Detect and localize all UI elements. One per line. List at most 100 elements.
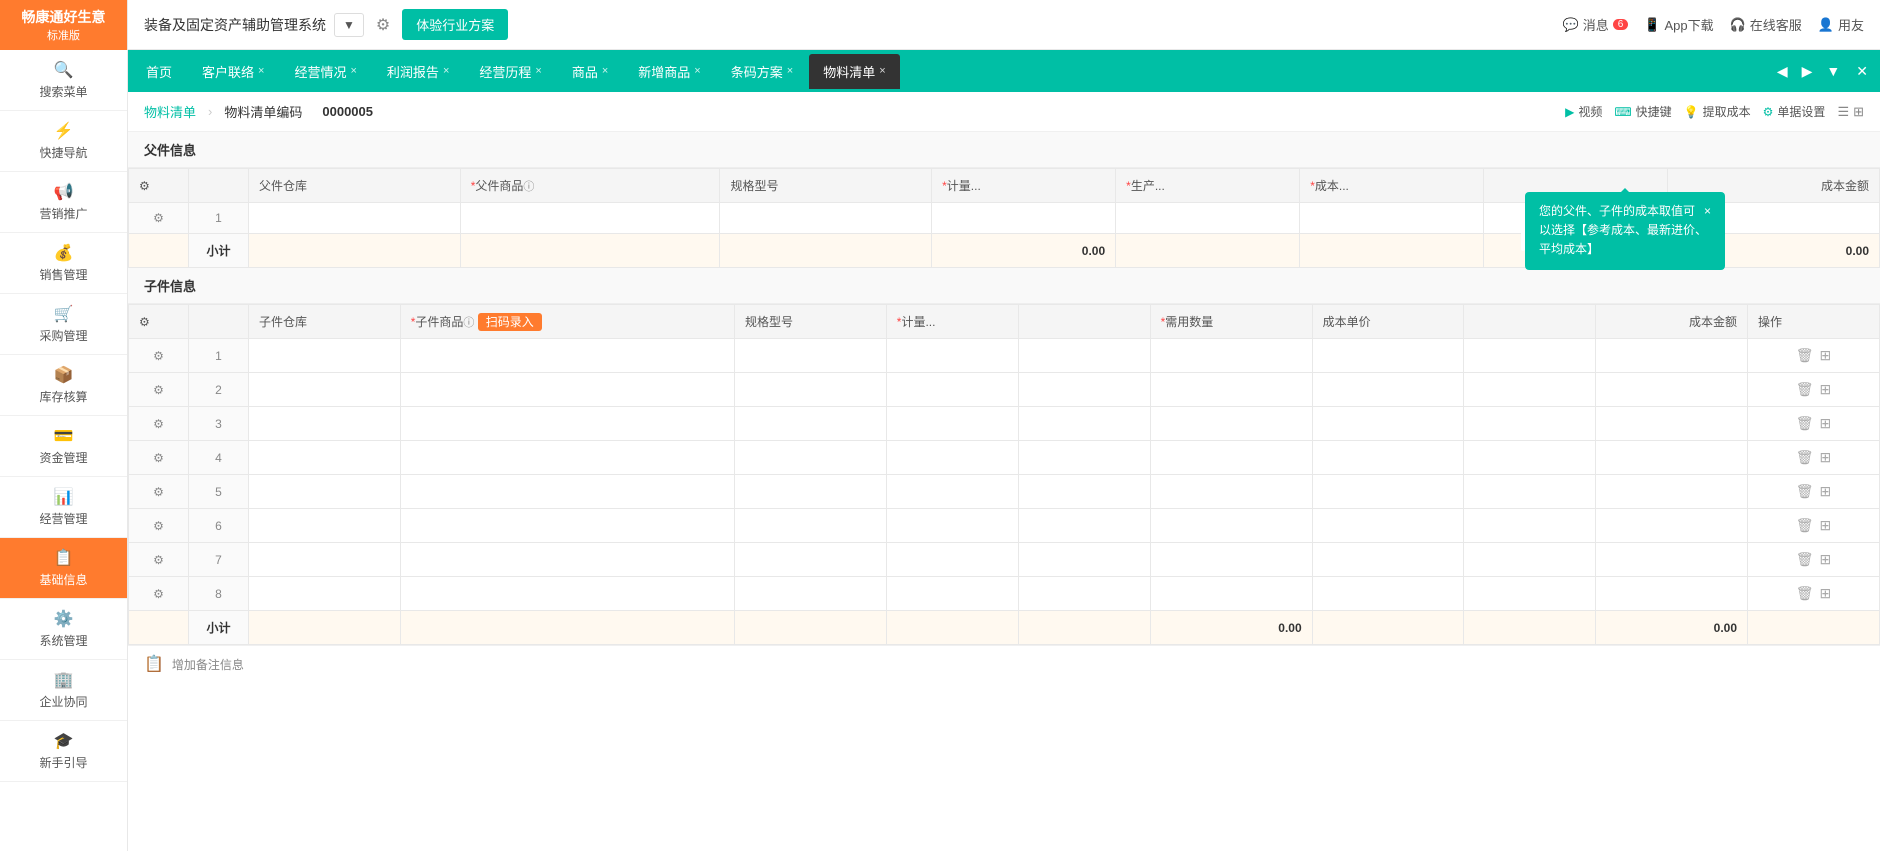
- child-row-unit[interactable]: [886, 407, 1018, 441]
- child-row-unit[interactable]: [886, 509, 1018, 543]
- sidebar-item-basic[interactable]: 📋 基础信息: [0, 538, 127, 599]
- nav-prev-arrow[interactable]: ◀: [1771, 61, 1794, 82]
- copy-icon[interactable]: ⊞: [1820, 415, 1832, 432]
- child-row-quantity[interactable]: [1150, 441, 1312, 475]
- sidebar-item-marketing[interactable]: 📢 营销推广: [0, 172, 127, 233]
- child-row-spec[interactable]: [735, 577, 887, 611]
- child-row-spec[interactable]: [735, 373, 887, 407]
- child-row-warehouse[interactable]: [249, 577, 401, 611]
- sidebar-item-purchase[interactable]: 🛒 采购管理: [0, 294, 127, 355]
- copy-icon[interactable]: ⊞: [1820, 551, 1832, 568]
- child-row-warehouse[interactable]: [249, 441, 401, 475]
- tab-profit[interactable]: 利润报告 ×: [373, 54, 463, 89]
- tab-new-goods[interactable]: 新增商品 ×: [624, 54, 714, 89]
- child-row-quantity[interactable]: [1150, 577, 1312, 611]
- online-service-item[interactable]: 🎧 在线客服: [1730, 15, 1802, 34]
- tab-barcode-close[interactable]: ×: [787, 65, 793, 77]
- sidebar-item-enterprise[interactable]: 🏢 企业协同: [0, 660, 127, 721]
- parent-row-cost[interactable]: [1300, 203, 1484, 234]
- sidebar-item-inventory[interactable]: 📦 库存核算: [0, 355, 127, 416]
- child-row-product[interactable]: [400, 509, 734, 543]
- sidebar-item-quick-nav[interactable]: ⚡ 快捷导航: [0, 111, 127, 172]
- copy-icon[interactable]: ⊞: [1820, 483, 1832, 500]
- extract-cost-btn[interactable]: 💡 提取成本: [1684, 103, 1751, 120]
- tooltip-close-btn[interactable]: ×: [1704, 202, 1711, 221]
- child-row-product[interactable]: [400, 475, 734, 509]
- sidebar-item-guide[interactable]: 🎓 新手引导: [0, 721, 127, 782]
- child-row-spec[interactable]: [735, 475, 887, 509]
- message-item[interactable]: 💬 消息 6: [1563, 15, 1629, 34]
- child-row-product[interactable]: [400, 577, 734, 611]
- child-row-unit[interactable]: [886, 577, 1018, 611]
- child-row-unit[interactable]: [886, 339, 1018, 373]
- copy-icon[interactable]: ⊞: [1820, 517, 1832, 534]
- single-settings-btn[interactable]: ⚙ 单据设置: [1763, 103, 1826, 120]
- child-row-spec[interactable]: [735, 407, 887, 441]
- delete-icon[interactable]: 🗑: [1796, 517, 1814, 534]
- video-btn[interactable]: ▶ 视频: [1565, 103, 1602, 120]
- child-row-unit-cost[interactable]: [1312, 441, 1464, 475]
- child-row-unit-cost[interactable]: [1312, 543, 1464, 577]
- tab-barcode[interactable]: 条码方案 ×: [717, 54, 807, 89]
- sidebar-item-search[interactable]: 🔍 搜索菜单: [0, 50, 127, 111]
- tab-material-list-close[interactable]: ×: [879, 65, 885, 77]
- tab-operation-status-close[interactable]: ×: [350, 65, 356, 77]
- child-row-unit[interactable]: [886, 543, 1018, 577]
- child-row-warehouse[interactable]: [249, 475, 401, 509]
- nav-menu-arrow[interactable]: ▼: [1820, 61, 1846, 82]
- child-row-quantity[interactable]: [1150, 543, 1312, 577]
- child-row-warehouse[interactable]: [249, 543, 401, 577]
- tab-material-list[interactable]: 物料清单 ×: [809, 54, 899, 89]
- child-row-quantity[interactable]: [1150, 407, 1312, 441]
- child-row-product[interactable]: [400, 441, 734, 475]
- sidebar-item-operation[interactable]: 📊 经营管理: [0, 477, 127, 538]
- child-row-spec[interactable]: [735, 339, 887, 373]
- parent-row-product[interactable]: [460, 203, 720, 234]
- gear-icon[interactable]: ⚙: [376, 15, 390, 35]
- user-item[interactable]: 👤 用友: [1818, 15, 1864, 34]
- child-row-warehouse[interactable]: [249, 509, 401, 543]
- child-row-unit-cost[interactable]: [1312, 475, 1464, 509]
- tab-new-goods-close[interactable]: ×: [694, 65, 700, 77]
- tab-customer-close[interactable]: ×: [258, 65, 264, 77]
- child-row-product[interactable]: [400, 407, 734, 441]
- sidebar-item-finance[interactable]: 💳 资金管理: [0, 416, 127, 477]
- breadcrumb-parent[interactable]: 物料清单: [144, 102, 196, 121]
- sidebar-item-system[interactable]: ⚙️ 系统管理: [0, 599, 127, 660]
- shortcut-btn[interactable]: ⌨ 快捷键: [1614, 103, 1671, 120]
- parent-row-warehouse[interactable]: [249, 203, 461, 234]
- delete-icon[interactable]: 🗑: [1796, 585, 1814, 602]
- child-row-unit-cost[interactable]: [1312, 509, 1464, 543]
- child-row-product[interactable]: [400, 373, 734, 407]
- child-row-unit-cost[interactable]: [1312, 407, 1464, 441]
- parent-row-unit[interactable]: [932, 203, 1116, 234]
- tab-goods[interactable]: 商品 ×: [558, 54, 622, 89]
- tab-operation-history-close[interactable]: ×: [535, 65, 541, 77]
- child-row-unit-cost[interactable]: [1312, 339, 1464, 373]
- list-view-icon[interactable]: ☰: [1837, 104, 1849, 120]
- delete-icon[interactable]: 🗑: [1796, 415, 1814, 432]
- child-row-unit[interactable]: [886, 475, 1018, 509]
- close-all-icon[interactable]: ✕: [1848, 59, 1876, 84]
- parent-row-spec[interactable]: [720, 203, 932, 234]
- child-row-product[interactable]: [400, 543, 734, 577]
- trial-button[interactable]: 体验行业方案: [402, 9, 508, 40]
- child-row-unit-cost[interactable]: [1312, 577, 1464, 611]
- child-row-unit[interactable]: [886, 441, 1018, 475]
- grid-view-icon[interactable]: ⊞: [1853, 104, 1864, 120]
- child-row-product[interactable]: [400, 339, 734, 373]
- delete-icon[interactable]: 🗑: [1796, 347, 1814, 364]
- copy-icon[interactable]: ⊞: [1820, 381, 1832, 398]
- child-row-unit-cost[interactable]: [1312, 373, 1464, 407]
- copy-icon[interactable]: ⊞: [1820, 347, 1832, 364]
- child-row-spec[interactable]: [735, 543, 887, 577]
- child-row-quantity[interactable]: [1150, 373, 1312, 407]
- tab-profit-close[interactable]: ×: [443, 65, 449, 77]
- copy-icon[interactable]: ⊞: [1820, 449, 1832, 466]
- copy-icon[interactable]: ⊞: [1820, 585, 1832, 602]
- tab-customer[interactable]: 客户联络 ×: [188, 54, 278, 89]
- child-row-unit[interactable]: [886, 373, 1018, 407]
- child-row-warehouse[interactable]: [249, 407, 401, 441]
- scan-btn[interactable]: 扫码录入: [478, 313, 542, 331]
- tab-operation-history[interactable]: 经营历程 ×: [465, 54, 555, 89]
